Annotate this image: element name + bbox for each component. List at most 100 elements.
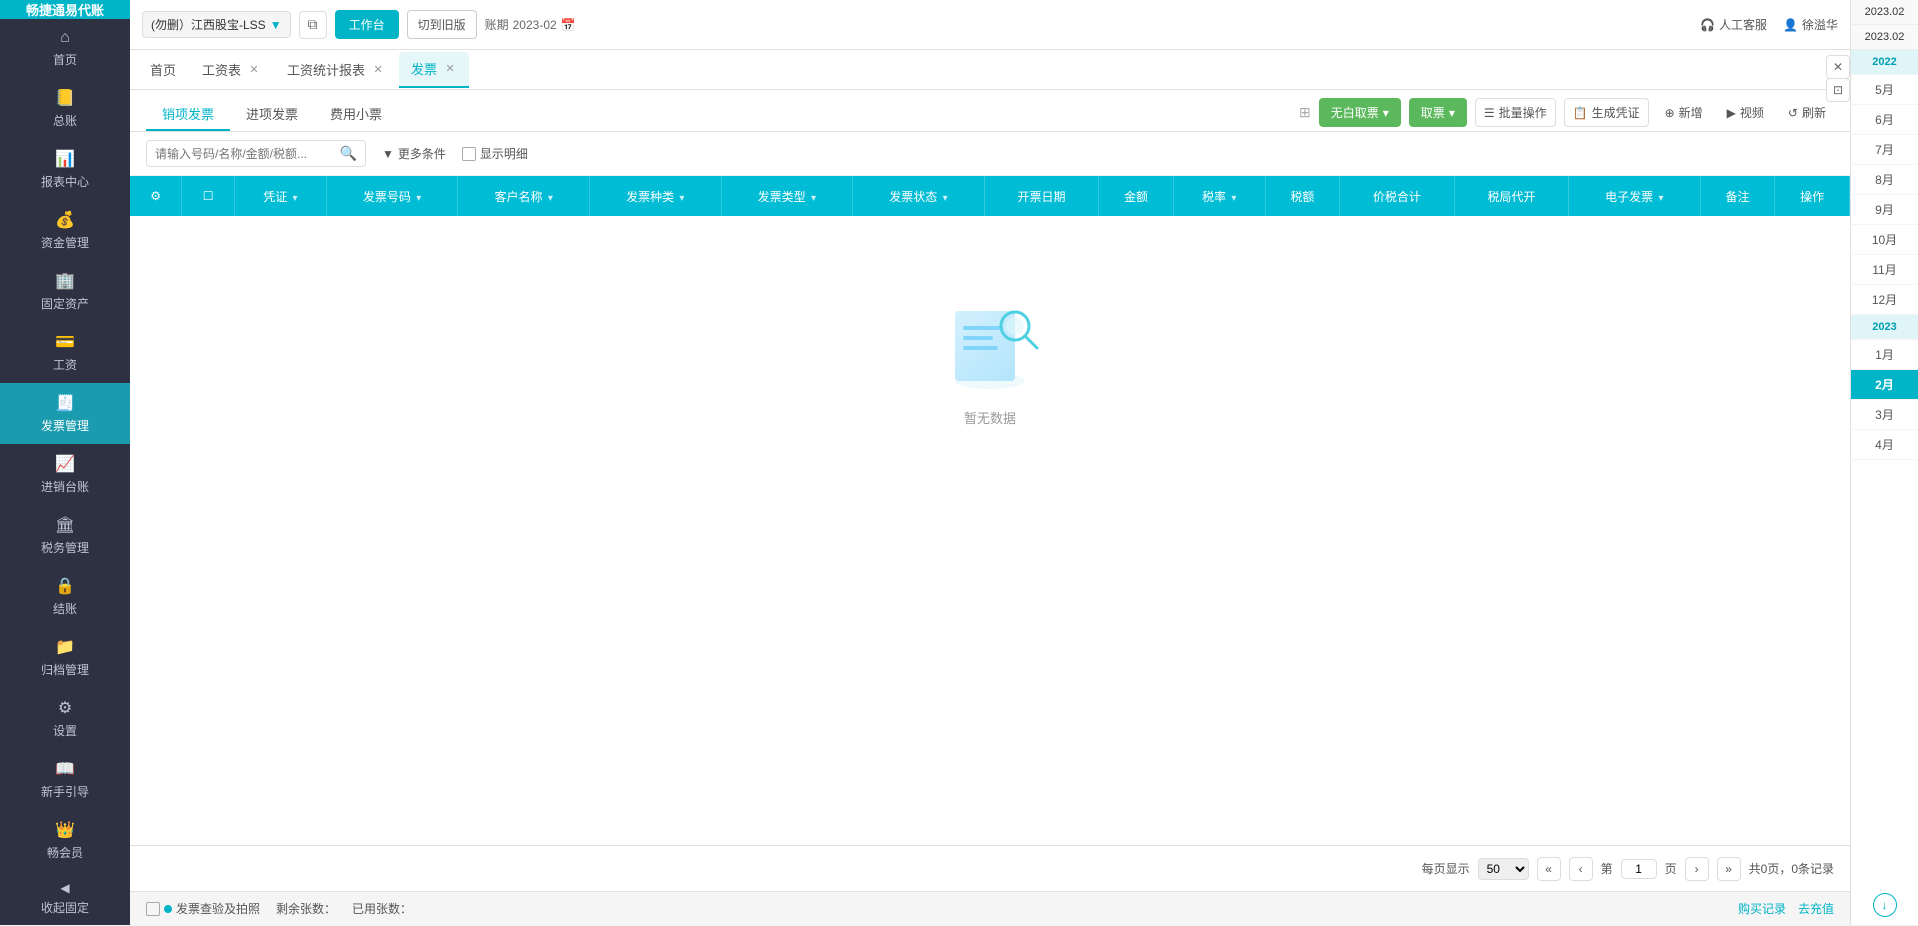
next-page-button[interactable]: › [1685, 857, 1709, 881]
col-amount[interactable]: 金额 [1099, 176, 1174, 216]
date-panel-2022-07[interactable]: 7月 [1851, 135, 1918, 165]
date-panel-2023-02[interactable]: 2月 [1851, 370, 1918, 400]
sidebar-collapse[interactable]: ◀ 收起固定 [0, 871, 130, 926]
copy-company-button[interactable]: ⧉ [299, 11, 327, 39]
col-open-date[interactable]: 开票日期 [984, 176, 1098, 216]
batch-ops-button[interactable]: ☰ 批量操作 [1475, 98, 1556, 127]
tab-home[interactable]: 首页 [138, 52, 188, 88]
generate-voucher-button[interactable]: 📋 生成凭证 [1564, 98, 1649, 127]
workbench-button[interactable]: 工作台 [335, 10, 399, 39]
sidebar-item-close[interactable]: 🔒 结账 [0, 566, 130, 627]
video-button[interactable]: ▶ 视频 [1719, 99, 1772, 126]
user-menu-button[interactable]: 👤 徐溢华 [1783, 16, 1838, 33]
old-version-button[interactable]: 切到旧版 [407, 10, 477, 39]
col-tax-code[interactable]: 税局代开 [1454, 176, 1568, 216]
sidebar-item-guide-label: 新手引导 [41, 783, 89, 800]
verify-check[interactable]: 发票查验及拍照 [146, 900, 260, 917]
date-panel-2022-05[interactable]: 5月 [1851, 75, 1918, 105]
col-remark[interactable]: 备注 [1700, 176, 1775, 216]
collapse-icon: ◀ [60, 881, 69, 895]
col-invoice-no[interactable]: 发票号码 ▾ [326, 176, 458, 216]
col-electronic[interactable]: 电子发票 ▾ [1569, 176, 1701, 216]
col-voucher[interactable]: 凭证 ▾ [234, 176, 326, 216]
sidebar-item-member-label: 畅会员 [47, 844, 83, 861]
buy-record-link[interactable]: 购买记录 [1738, 900, 1786, 917]
date-panel-close-button[interactable]: ✕ [1826, 55, 1850, 79]
show-detail-toggle[interactable]: 显示明细 [462, 145, 528, 162]
grid-icon: ⊞ [1299, 104, 1311, 121]
no-ticket-button[interactable]: 无白取票 ▾ [1319, 98, 1401, 127]
col-tax[interactable]: 税额 [1265, 176, 1340, 216]
search-icon[interactable]: 🔍 [340, 145, 357, 162]
last-page-button[interactable]: » [1717, 857, 1741, 881]
sidebar-item-settings[interactable]: ⚙ 设置 [0, 688, 130, 749]
col-amount-tax[interactable]: 价税合计 [1340, 176, 1454, 216]
col-invoice-type[interactable]: 发票种类 ▾ [589, 176, 721, 216]
sidebar-item-member[interactable]: 👑 畅会员 [0, 810, 130, 871]
grid-view-toggle[interactable]: ⊞ [1299, 104, 1311, 125]
check-all-checkbox[interactable]: ☐ [203, 189, 214, 203]
date-panel-2022-08[interactable]: 8月 [1851, 165, 1918, 195]
date-panel-2023-04[interactable]: 4月 [1851, 430, 1918, 460]
more-filter-label: 更多条件 [398, 145, 446, 162]
date-panel-2023-01[interactable]: 1月 [1851, 340, 1918, 370]
tab-invoice-close-icon[interactable]: ✕ [443, 62, 457, 76]
search-input[interactable] [155, 147, 336, 161]
date-panel-2023-03[interactable]: 3月 [1851, 400, 1918, 430]
sub-tab-expense[interactable]: 费用小票 [314, 98, 398, 131]
tab-salary[interactable]: 工资表 ✕ [190, 52, 273, 88]
customer-service-button[interactable]: 🎧 人工客服 [1700, 16, 1767, 33]
sidebar-item-fixed-assets-label: 固定资产 [41, 295, 89, 312]
sidebar-item-funds[interactable]: 💰 资金管理 [0, 200, 130, 261]
date-panel-2022-12[interactable]: 12月 [1851, 285, 1918, 315]
tab-salary-stat-close-icon[interactable]: ✕ [371, 63, 385, 77]
date-panel-2022-09[interactable]: 9月 [1851, 195, 1918, 225]
sidebar-item-report[interactable]: 📊 报表中心 [0, 139, 130, 200]
verify-checkbox[interactable] [146, 902, 160, 916]
refresh-button[interactable]: ↺ 刷新 [1780, 99, 1834, 126]
sidebar-item-tax[interactable]: 🏛 税务管理 [0, 505, 130, 566]
show-detail-checkbox[interactable] [462, 147, 476, 161]
col-invoice-category[interactable]: 发票类型 ▾ [721, 176, 853, 216]
first-page-button[interactable]: « [1537, 857, 1561, 881]
sidebar-collapse-label: 收起固定 [41, 899, 89, 916]
tab-salary-stat[interactable]: 工资统计报表 ✕ [275, 52, 397, 88]
sidebar-item-salary[interactable]: 💳 工资 [0, 322, 130, 383]
sidebar-item-invoice[interactable]: 🧾 发票管理 [0, 383, 130, 444]
sidebar-item-sales[interactable]: 📈 进销台账 [0, 444, 130, 505]
sidebar-item-home[interactable]: ⌂ 首页 [0, 19, 130, 78]
per-page-select[interactable]: 50 10 20 100 [1478, 858, 1529, 880]
col-customer[interactable]: 客户名称 ▾ [458, 176, 590, 216]
col-action[interactable]: 操作 [1775, 176, 1850, 216]
date-panel-scroll-down[interactable]: ↓ [1851, 885, 1918, 925]
new-button[interactable]: ⊕ 新增 [1657, 99, 1711, 126]
ticket-button[interactable]: 取票 ▾ [1409, 98, 1467, 127]
col-settings[interactable]: ⚙ [130, 176, 182, 216]
date-panel-expand-button[interactable]: ⊡ [1826, 78, 1850, 102]
sidebar-item-ledger[interactable]: 📒 总账 [0, 78, 130, 139]
col-check[interactable]: ☐ [182, 176, 235, 216]
sidebar-item-guide[interactable]: 📖 新手引导 [0, 749, 130, 810]
page-label: 第 [1601, 860, 1613, 877]
more-filter-button[interactable]: ▼ 更多条件 [374, 141, 454, 166]
sidebar-item-fixed-assets[interactable]: 🏢 固定资产 [0, 261, 130, 322]
date-panel-2022-10[interactable]: 10月 [1851, 225, 1918, 255]
settings-col-icon: ⚙ [150, 189, 161, 203]
page-input[interactable] [1621, 859, 1657, 879]
tab-invoice[interactable]: 发票 ✕ [399, 52, 469, 88]
col-status[interactable]: 发票状态 ▾ [853, 176, 985, 216]
sub-tab-purchase[interactable]: 进项发票 [230, 98, 314, 131]
show-detail-label: 显示明细 [480, 145, 528, 162]
company-selector[interactable]: (勿删）江西股宝-LSS ▼ [142, 11, 291, 38]
tab-salary-close-icon[interactable]: ✕ [247, 63, 261, 77]
recharge-link[interactable]: 去充值 [1798, 900, 1834, 917]
date-panel-2022-11[interactable]: 11月 [1851, 255, 1918, 285]
search-box[interactable]: 🔍 [146, 140, 366, 167]
prev-page-button[interactable]: ‹ [1569, 857, 1593, 881]
sub-tab-sales[interactable]: 销项发票 [146, 98, 230, 131]
date-panel-2022-06[interactable]: 6月 [1851, 105, 1918, 135]
company-name: (勿删）江西股宝-LSS [151, 16, 266, 33]
col-tax-rate[interactable]: 税率 ▾ [1173, 176, 1265, 216]
scroll-down-icon[interactable]: ↓ [1873, 893, 1897, 917]
sidebar-item-archive[interactable]: 📁 归档管理 [0, 627, 130, 688]
